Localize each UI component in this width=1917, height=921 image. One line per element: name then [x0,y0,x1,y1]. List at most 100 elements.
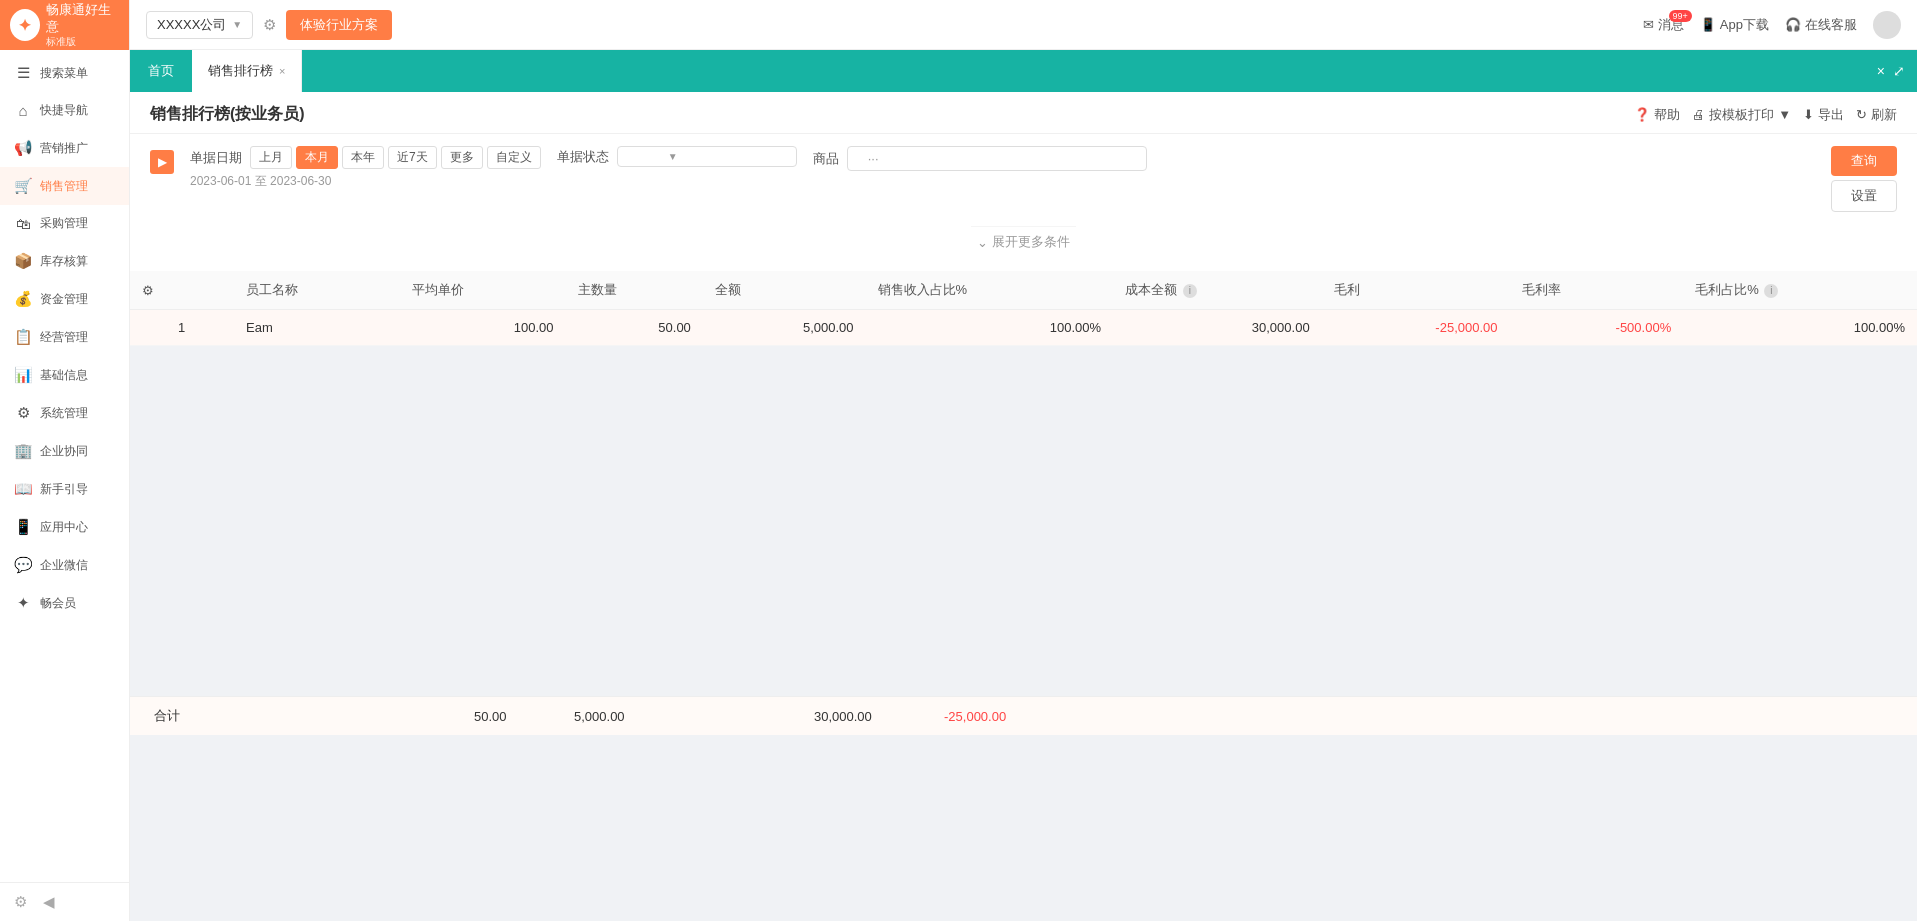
tab-window-expand-icon[interactable]: ⤢ [1893,63,1905,79]
data-table: ⚙ 员工名称 平均单价 主数量 全额 销售收入占比% 成本全额 i 毛利 [130,271,1917,346]
header-right: ✉ 消息 99+ 📱 App下载 🎧 在线客服 [1643,11,1901,39]
nav-icon-app-center: 📱 [14,518,32,536]
more-btn[interactable]: 更多 [441,146,483,169]
status-select[interactable]: ▼ [617,146,797,167]
nav-label-quick-nav: 快捷导航 [40,102,88,119]
row-avg-price: 100.00 [400,310,566,346]
row-profit-pct: 100.00% [1683,310,1917,346]
date-shortcuts: 上月 本月 本年 近7天 更多 自定义 [250,146,541,169]
help-button[interactable]: ❓ 帮助 [1634,106,1680,124]
sidebar-item-purchase[interactable]: 🛍 采购管理 [0,205,129,242]
this-year-btn[interactable]: 本年 [342,146,384,169]
header-settings-icon[interactable]: ⚙ [263,16,276,34]
company-dropdown-icon: ▼ [232,19,242,30]
nav-label-marketing: 营销推广 [40,140,88,157]
tab-bar: 首页 销售排行榜 × × ⤢ [130,50,1917,92]
user-avatar[interactable] [1873,11,1901,39]
nav-icon-purchase: 🛍 [14,215,32,232]
message-button[interactable]: ✉ 消息 99+ [1643,16,1684,34]
nav-label-wechat: 企业微信 [40,557,88,574]
sidebar-item-marketing[interactable]: 📢 营销推广 [0,129,129,167]
nav-label-inventory: 库存核算 [40,253,88,270]
cost-info-icon[interactable]: i [1183,284,1197,298]
template-print-label: 按模板打印 [1709,106,1774,124]
tab-window-close-icon[interactable]: × [1877,63,1885,79]
sidebar-item-sales[interactable]: 🛒 销售管理 [0,167,129,205]
print-dropdown-icon: ▼ [1778,107,1791,122]
online-service-label: 在线客服 [1805,16,1857,34]
row-qty: 50.00 [566,310,703,346]
sidebar-item-enterprise[interactable]: 🏢 企业协同 [0,432,129,470]
goods-filter-group: 商品 ··· [813,146,1147,171]
this-month-btn[interactable]: 本月 [296,146,338,169]
sidebar-item-member[interactable]: ✦ 畅会员 [0,584,129,622]
sidebar-item-system[interactable]: ⚙ 系统管理 [0,394,129,432]
filter-toggle-button[interactable]: ▶ [150,150,174,174]
expand-more-button[interactable]: ⌄ 展开更多条件 [971,226,1076,257]
date-filter-group: 单据日期 上月 本月 本年 近7天 更多 自定义 2023-06-01 至 20… [190,146,541,190]
header-row: ⚙ 员工名称 平均单价 主数量 全额 销售收入占比% 成本全额 i 毛利 [130,271,1917,310]
sidebar-item-finance[interactable]: 💰 资金管理 [0,280,129,318]
nav-label-purchase: 采购管理 [40,215,88,232]
row-rank: 1 [166,310,234,346]
goods-dots: ··· [868,151,879,166]
filter-main-row: ▶ 单据日期 上月 本月 本年 近7天 更多 自定义 [150,146,1897,212]
query-button[interactable]: 查询 [1831,146,1897,176]
sidebar-item-operations[interactable]: 📋 经营管理 [0,318,129,356]
status-dropdown-icon: ▼ [668,151,678,162]
nav-icon-finance: 💰 [14,290,32,308]
col-profit-rate: 毛利率 [1510,271,1684,310]
sidebar-item-basic-info[interactable]: 📊 基础信息 [0,356,129,394]
company-selector[interactable]: XXXXX公司 ▼ [146,11,253,39]
page-title: 销售排行榜(按业务员) [150,104,305,125]
tab-label: 销售排行榜 [208,62,273,80]
date-range-display: 2023-06-01 至 2023-06-30 [190,173,541,190]
sidebar-settings-icon[interactable]: ⚙ [14,893,27,911]
footer-profit: -25,000.00 [932,709,1052,724]
app-download-button[interactable]: 📱 App下载 [1700,16,1769,34]
table-body: 1 Eam 100.00 50.00 5,000.00 100.00% 30,0… [130,310,1917,346]
logo-icon: ✦ [10,9,40,41]
logo-title: 畅康通好生意 [46,2,119,36]
custom-btn[interactable]: 自定义 [487,146,541,169]
tab-sales-ranking[interactable]: 销售排行榜 × [192,50,302,92]
col-profit-pct: 毛利占比% i [1683,271,1917,310]
nav-label-enterprise: 企业协同 [40,443,88,460]
trial-button[interactable]: 体验行业方案 [286,10,392,40]
col-settings[interactable]: ⚙ [130,271,166,310]
message-icon: ✉ [1643,17,1654,32]
nav-icon-basic-info: 📊 [14,366,32,384]
main-panel: 销售排行榜(按业务员) ❓ 帮助 🖨 按模板打印 ▼ ⬇ 导出 [130,92,1917,346]
sidebar-item-guide[interactable]: 📖 新手引导 [0,470,129,508]
goods-select[interactable]: ··· [847,146,1147,171]
sidebar-collapse-icon[interactable]: ◀ [43,893,55,911]
last-7-days-btn[interactable]: 近7天 [388,146,437,169]
export-button[interactable]: ⬇ 导出 [1803,106,1844,124]
footer-total-label: 合计 [154,708,180,723]
sidebar-item-wechat[interactable]: 💬 企业微信 [0,546,129,584]
sidebar-item-quick-nav[interactable]: ⌂ 快捷导航 [0,92,129,129]
nav-label-guide: 新手引导 [40,481,88,498]
sidebar-item-app-center[interactable]: 📱 应用中心 [0,508,129,546]
sidebar-item-inventory[interactable]: 📦 库存核算 [0,242,129,280]
online-service-button[interactable]: 🎧 在线客服 [1785,16,1857,34]
nav-icon-search-order: ☰ [14,64,32,82]
tab-home[interactable]: 首页 [130,50,192,92]
nav-label-search-order: 搜索菜单 [40,65,88,82]
logo-area: ✦ 畅康通好生意 标准版 [0,0,129,50]
refresh-button[interactable]: ↻ 刷新 [1856,106,1897,124]
top-header: XXXXX公司 ▼ ⚙ 体验行业方案 ✉ 消息 99+ 📱 App下载 🎧 在线… [130,0,1917,50]
template-print-button[interactable]: 🖨 按模板打印 ▼ [1692,106,1791,124]
sidebar-item-search-order[interactable]: ☰ 搜索菜单 [0,54,129,92]
filter-section: ▶ 单据日期 上月 本月 本年 近7天 更多 自定义 [130,134,1917,269]
table-area: ⚙ 员工名称 平均单价 主数量 全额 销售收入占比% 成本全额 i 毛利 [130,271,1917,346]
tab-close-icon[interactable]: × [279,65,285,77]
row-sales-pct: 100.00% [866,310,1114,346]
row-profit-rate: -500.00% [1510,310,1684,346]
logo-subtitle: 标准版 [46,35,119,48]
nav-icon-marketing: 📢 [14,139,32,157]
last-month-btn[interactable]: 上月 [250,146,292,169]
filter-actions: 查询 设置 [1831,146,1897,212]
profit-pct-info-icon[interactable]: i [1764,284,1778,298]
settings-button[interactable]: 设置 [1831,180,1897,212]
